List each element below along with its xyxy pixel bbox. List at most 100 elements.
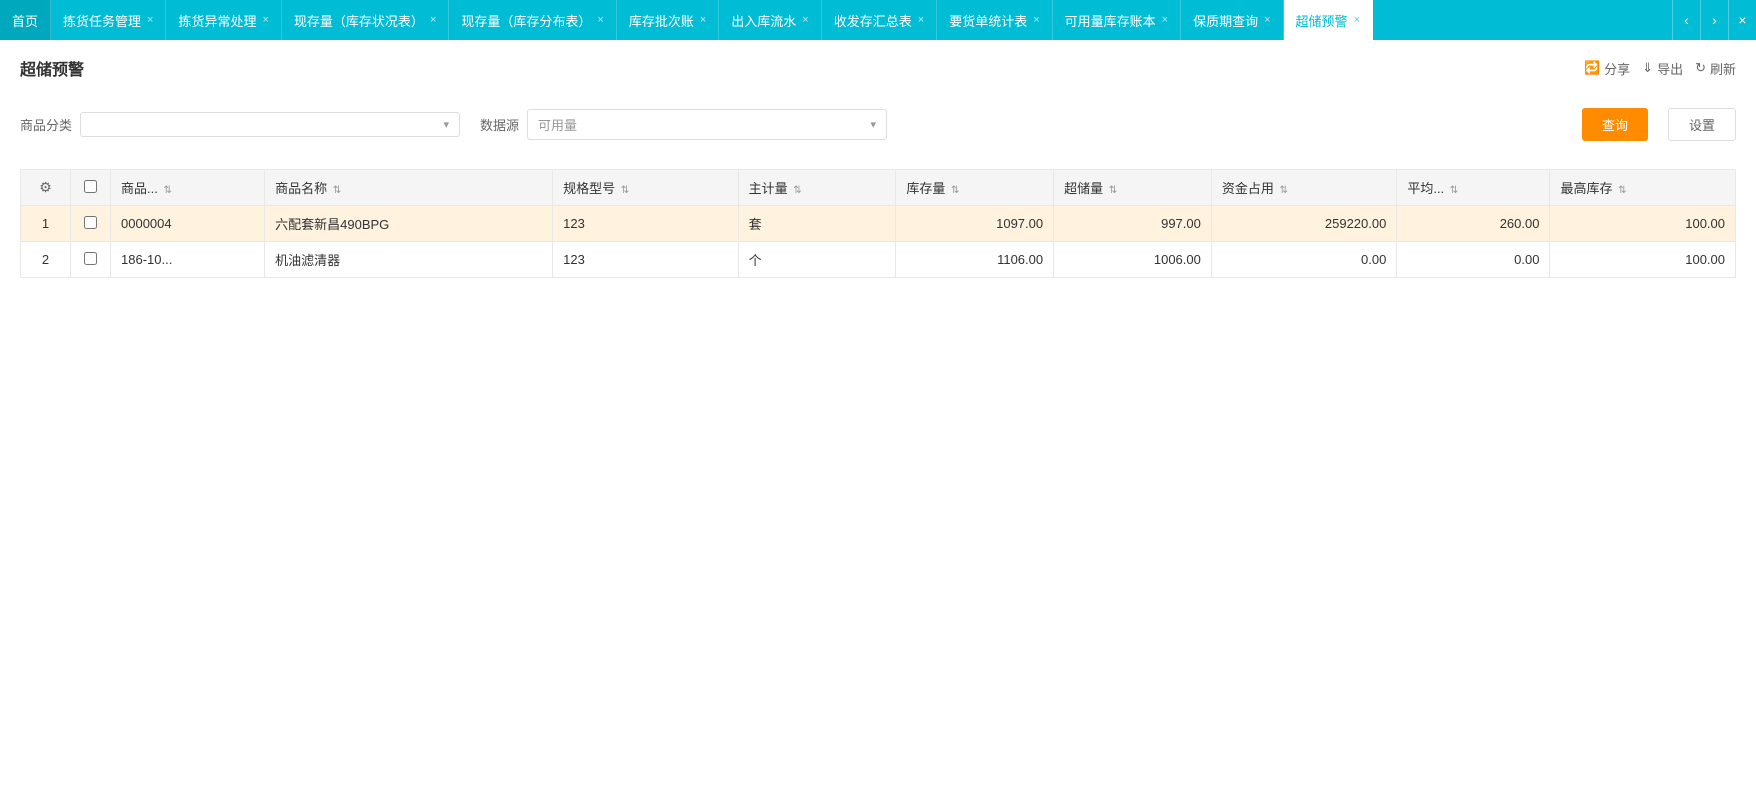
close-icon[interactable]: × — [1162, 14, 1168, 26]
row-max: 100.00 — [1550, 206, 1736, 242]
export-button[interactable]: ⇓ 导出 — [1642, 59, 1683, 78]
row-avg: 260.00 — [1397, 206, 1550, 242]
sort-icon: ⇅ — [621, 185, 629, 196]
header-actions: 🔁 分享 ⇓ 导出 ↻ 刷新 — [1584, 59, 1736, 78]
row-name: 六配套新昌490BPG — [265, 206, 553, 242]
nav-order-stats[interactable]: 要货单统计表 × — [937, 0, 1052, 40]
select-all-checkbox[interactable] — [84, 180, 97, 193]
nav-arrow-close[interactable]: × — [1728, 0, 1756, 40]
category-select[interactable]: ▾ — [80, 112, 460, 137]
close-icon[interactable]: × — [430, 14, 436, 26]
row-checkbox[interactable] — [84, 216, 97, 229]
nav-overstock-warning[interactable]: 超储预警 × — [1284, 0, 1373, 40]
sort-icon: ⇅ — [951, 185, 959, 196]
sort-icon: ⇅ — [1450, 185, 1458, 196]
table-header-row: ⚙ 商品... ⇅ 商品名称 ⇅ 规格型号 ⇅ 主计量 — [21, 170, 1736, 206]
page-content: 超储预警 🔁 分享 ⇓ 导出 ↻ 刷新 商品分类 ▾ 数据源 — [0, 40, 1756, 800]
col-avg[interactable]: 平均... ⇅ — [1397, 170, 1550, 206]
col-spec[interactable]: 规格型号 ⇅ — [553, 170, 738, 206]
row-avg: 0.00 — [1397, 242, 1550, 278]
col-unit[interactable]: 主计量 ⇅ — [738, 170, 896, 206]
nav-arrow-left[interactable]: ‹ — [1672, 0, 1700, 40]
chevron-down-icon: ▾ — [871, 118, 877, 131]
row-index: 1 — [21, 206, 71, 242]
col-over[interactable]: 超储量 ⇅ — [1054, 170, 1212, 206]
row-over: 997.00 — [1054, 206, 1212, 242]
top-navigation: 首页 拣货任务管理 × 拣货异常处理 × 现存量（库存状况表） × 现存量（库存… — [0, 0, 1756, 40]
row-checkbox-cell[interactable] — [71, 242, 111, 278]
row-max: 100.00 — [1550, 242, 1736, 278]
close-icon[interactable]: × — [1264, 14, 1270, 26]
row-unit: 套 — [738, 206, 896, 242]
col-settings[interactable]: ⚙ — [21, 170, 71, 206]
row-unit: 个 — [738, 242, 896, 278]
filter-area: 商品分类 ▾ 数据源 可用量 ▾ 查询 设置 — [20, 96, 1736, 153]
gear-icon[interactable]: ⚙ — [39, 179, 52, 195]
row-capital: 259220.00 — [1211, 206, 1396, 242]
chevron-down-icon: ▾ — [443, 118, 449, 131]
sort-icon: ⇅ — [1109, 185, 1117, 196]
export-icon: ⇓ — [1642, 60, 1653, 76]
settings-button[interactable]: 设置 — [1668, 108, 1736, 141]
share-button[interactable]: 🔁 分享 — [1584, 59, 1630, 78]
row-capital: 0.00 — [1211, 242, 1396, 278]
share-icon: 🔁 — [1584, 60, 1600, 76]
sort-icon: ⇅ — [1618, 185, 1626, 196]
close-icon[interactable]: × — [597, 14, 603, 26]
row-spec: 123 — [553, 242, 738, 278]
nav-stock-status[interactable]: 现存量（库存状况表） × — [282, 0, 449, 40]
nav-inout-flow[interactable]: 出入库流水 × — [719, 0, 821, 40]
datasource-select-value: 可用量 — [538, 115, 577, 134]
refresh-icon: ↻ — [1695, 60, 1706, 76]
nav-expiry-query[interactable]: 保质期查询 × — [1181, 0, 1283, 40]
row-stock: 1097.00 — [896, 206, 1054, 242]
row-code: 186-10... — [111, 242, 265, 278]
close-icon[interactable]: × — [802, 14, 808, 26]
row-spec: 123 — [553, 206, 738, 242]
col-capital[interactable]: 资金占用 ⇅ — [1211, 170, 1396, 206]
col-stock[interactable]: 库存量 ⇅ — [896, 170, 1054, 206]
nav-arrows: ‹ › × — [1672, 0, 1756, 40]
row-code: 0000004 — [111, 206, 265, 242]
datasource-select[interactable]: 可用量 ▾ — [527, 109, 887, 140]
nav-arrow-right[interactable]: › — [1700, 0, 1728, 40]
row-checkbox[interactable] — [84, 252, 97, 265]
col-name[interactable]: 商品名称 ⇅ — [265, 170, 553, 206]
col-code[interactable]: 商品... ⇅ — [111, 170, 265, 206]
sort-icon: ⇅ — [793, 185, 801, 196]
row-index: 2 — [21, 242, 71, 278]
datasource-filter-group: 数据源 可用量 ▾ — [480, 109, 887, 140]
page-header: 超储预警 🔁 分享 ⇓ 导出 ↻ 刷新 — [20, 56, 1736, 80]
close-icon[interactable]: × — [1033, 14, 1039, 26]
sort-icon: ⇅ — [1280, 185, 1288, 196]
table-row: 2 186-10... 机油滤清器 123 个 1106.00 1006.00 … — [21, 242, 1736, 278]
data-table: ⚙ 商品... ⇅ 商品名称 ⇅ 规格型号 ⇅ 主计量 — [20, 169, 1736, 278]
nav-home[interactable]: 首页 — [0, 0, 51, 40]
row-stock: 1106.00 — [896, 242, 1054, 278]
row-over: 1006.00 — [1054, 242, 1212, 278]
category-filter-group: 商品分类 ▾ — [20, 112, 460, 137]
nav-pick-task[interactable]: 拣货任务管理 × — [51, 0, 166, 40]
close-icon[interactable]: × — [1354, 14, 1360, 26]
col-max[interactable]: 最高库存 ⇅ — [1550, 170, 1736, 206]
nav-stock-dist[interactable]: 现存量（库存分布表） × — [449, 0, 616, 40]
row-checkbox-cell[interactable] — [71, 206, 111, 242]
close-icon[interactable]: × — [918, 14, 924, 26]
row-name: 机油滤清器 — [265, 242, 553, 278]
category-label: 商品分类 — [20, 115, 72, 134]
sort-icon: ⇅ — [163, 185, 171, 196]
close-icon[interactable]: × — [262, 14, 268, 26]
nav-receive-summary[interactable]: 收发存汇总表 × — [822, 0, 937, 40]
datasource-label: 数据源 — [480, 115, 519, 134]
query-button[interactable]: 查询 — [1582, 108, 1648, 141]
sort-icon: ⇅ — [333, 185, 341, 196]
refresh-button[interactable]: ↻ 刷新 — [1695, 59, 1736, 78]
page-title: 超储预警 — [20, 56, 84, 80]
col-checkbox — [71, 170, 111, 206]
nav-available-stock[interactable]: 可用量库存账本 × — [1053, 0, 1181, 40]
table-row: 1 0000004 六配套新昌490BPG 123 套 1097.00 997.… — [21, 206, 1736, 242]
nav-stock-batch[interactable]: 库存批次账 × — [617, 0, 719, 40]
close-icon[interactable]: × — [700, 14, 706, 26]
close-icon[interactable]: × — [147, 14, 153, 26]
nav-pick-exception[interactable]: 拣货异常处理 × — [166, 0, 281, 40]
